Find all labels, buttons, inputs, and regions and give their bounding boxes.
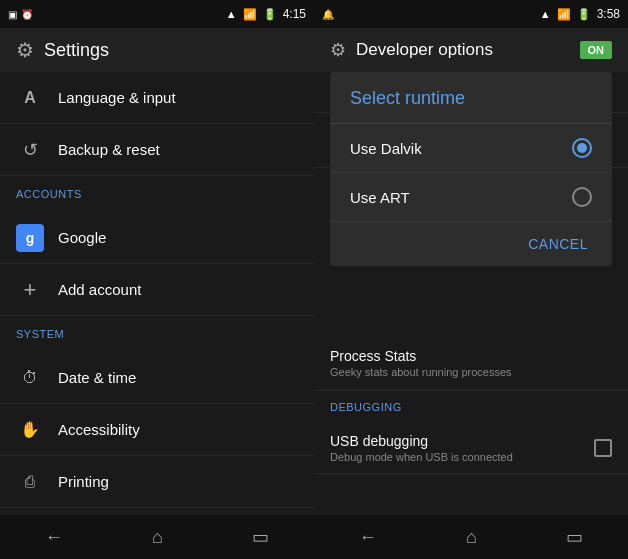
right-home-button[interactable]: ⌂ (466, 527, 477, 548)
add-account-label: Add account (58, 281, 141, 298)
printing-icon: ⎙ (16, 473, 44, 491)
usb-debugging-item[interactable]: USB debugging Debug mode when USB is con… (314, 423, 628, 474)
left-status-right: ▲ 📶 🔋 4:15 (226, 7, 306, 21)
right-status-right: ▲ 📶 🔋 3:58 (540, 7, 620, 21)
right-panel: 🔔 ▲ 📶 🔋 3:58 ⚙ Developer options ON Take… (314, 0, 628, 559)
usb-debug-sub: Debug mode when USB is connected (330, 451, 594, 463)
add-account-icon: + (16, 277, 44, 303)
left-status-left: ▣ ⏰ (8, 9, 33, 20)
recents-button[interactable]: ▭ (252, 526, 269, 548)
right-back-button[interactable]: ← (359, 527, 377, 548)
on-badge[interactable]: ON (580, 41, 613, 59)
google-icon: g (16, 224, 44, 252)
right-battery-icon: 🔋 (577, 8, 591, 21)
process-stats-sub: Geeky stats about running processes (330, 366, 612, 378)
dialog-option-dalvik[interactable]: Use Dalvik (330, 124, 612, 173)
dalvik-label: Use Dalvik (350, 140, 422, 157)
sim-icon: ▣ (8, 9, 17, 20)
google-label: Google (58, 229, 106, 246)
accessibility-icon: ✋ (16, 420, 44, 439)
accounts-header: ACCOUNTS (0, 176, 314, 212)
right-status-left: 🔔 (322, 9, 334, 20)
right-title-bar: ⚙ Developer options ON (314, 28, 628, 72)
battery-icon: 🔋 (263, 8, 277, 21)
datetime-label: Date & time (58, 369, 136, 386)
usb-debug-checkbox[interactable] (594, 439, 612, 457)
settings-item-google[interactable]: g Google (0, 212, 314, 264)
usb-debug-text: USB debugging Debug mode when USB is con… (330, 433, 594, 463)
language-label: Language & input (58, 89, 176, 106)
settings-item-backup[interactable]: ↺ Backup & reset (0, 124, 314, 176)
right-statusbar: 🔔 ▲ 📶 🔋 3:58 (314, 0, 628, 28)
art-radio[interactable] (572, 187, 592, 207)
art-label: Use ART (350, 189, 410, 206)
notification-icon: 🔔 (322, 9, 334, 20)
wifi-icon: ▲ (226, 8, 237, 20)
usb-debug-title: USB debugging (330, 433, 594, 449)
settings-gear-icon: ⚙ (16, 38, 34, 62)
left-panel: ▣ ⏰ ▲ 📶 🔋 4:15 ⚙ Settings A Language & i… (0, 0, 314, 559)
left-navbar: ← ⌂ ▭ (0, 515, 314, 559)
cancel-button[interactable]: Cancel (516, 228, 600, 260)
left-statusbar: ▣ ⏰ ▲ 📶 🔋 4:15 (0, 0, 314, 28)
printing-label: Printing (58, 473, 109, 490)
debugging-header: DEBUGGING (314, 391, 628, 423)
settings-item-datetime[interactable]: ⏱ Date & time (0, 352, 314, 404)
settings-item-developer[interactable]: {} Developer options (0, 508, 314, 515)
right-recents-button[interactable]: ▭ (566, 526, 583, 548)
dialog-title: Select runtime (330, 72, 612, 124)
alarm-icon: ⏰ (21, 9, 33, 20)
settings-item-add-account[interactable]: + Add account (0, 264, 314, 316)
right-title: Developer options (356, 40, 493, 60)
dalvik-radio-inner (577, 143, 587, 153)
right-wifi-icon: ▲ (540, 8, 551, 20)
left-title: Settings (44, 40, 109, 61)
backup-icon: ↺ (16, 139, 44, 161)
backup-label: Backup & reset (58, 141, 160, 158)
settings-item-language[interactable]: A Language & input (0, 72, 314, 124)
dalvik-radio[interactable] (572, 138, 592, 158)
settings-item-printing[interactable]: ⎙ Printing (0, 456, 314, 508)
dialog-option-art[interactable]: Use ART (330, 173, 612, 222)
left-title-bar: ⚙ Settings (0, 28, 314, 72)
right-content: Take bug report Desktop backup password … (314, 72, 628, 515)
back-button[interactable]: ← (45, 527, 63, 548)
system-header: SYSTEM (0, 316, 314, 352)
signal-icon: 📶 (243, 8, 257, 21)
process-stats-item[interactable]: Process Stats Geeky stats about running … (314, 336, 628, 391)
right-signal-icon: 📶 (557, 8, 571, 21)
datetime-icon: ⏱ (16, 369, 44, 387)
right-navbar: ← ⌂ ▭ (314, 515, 628, 559)
title-left: ⚙ Developer options (330, 39, 493, 61)
time-display: 4:15 (283, 7, 306, 21)
home-button[interactable]: ⌂ (152, 527, 163, 548)
right-time-display: 3:58 (597, 7, 620, 21)
select-runtime-dialog: Select runtime Use Dalvik Use ART Cancel (330, 72, 612, 266)
process-stats-title: Process Stats (330, 348, 612, 364)
accessibility-label: Accessibility (58, 421, 140, 438)
settings-item-accessibility[interactable]: ✋ Accessibility (0, 404, 314, 456)
language-icon: A (16, 89, 44, 107)
left-content: A Language & input ↺ Backup & reset ACCO… (0, 72, 314, 515)
dev-gear-icon: ⚙ (330, 39, 346, 61)
dialog-btn-row: Cancel (330, 222, 612, 266)
